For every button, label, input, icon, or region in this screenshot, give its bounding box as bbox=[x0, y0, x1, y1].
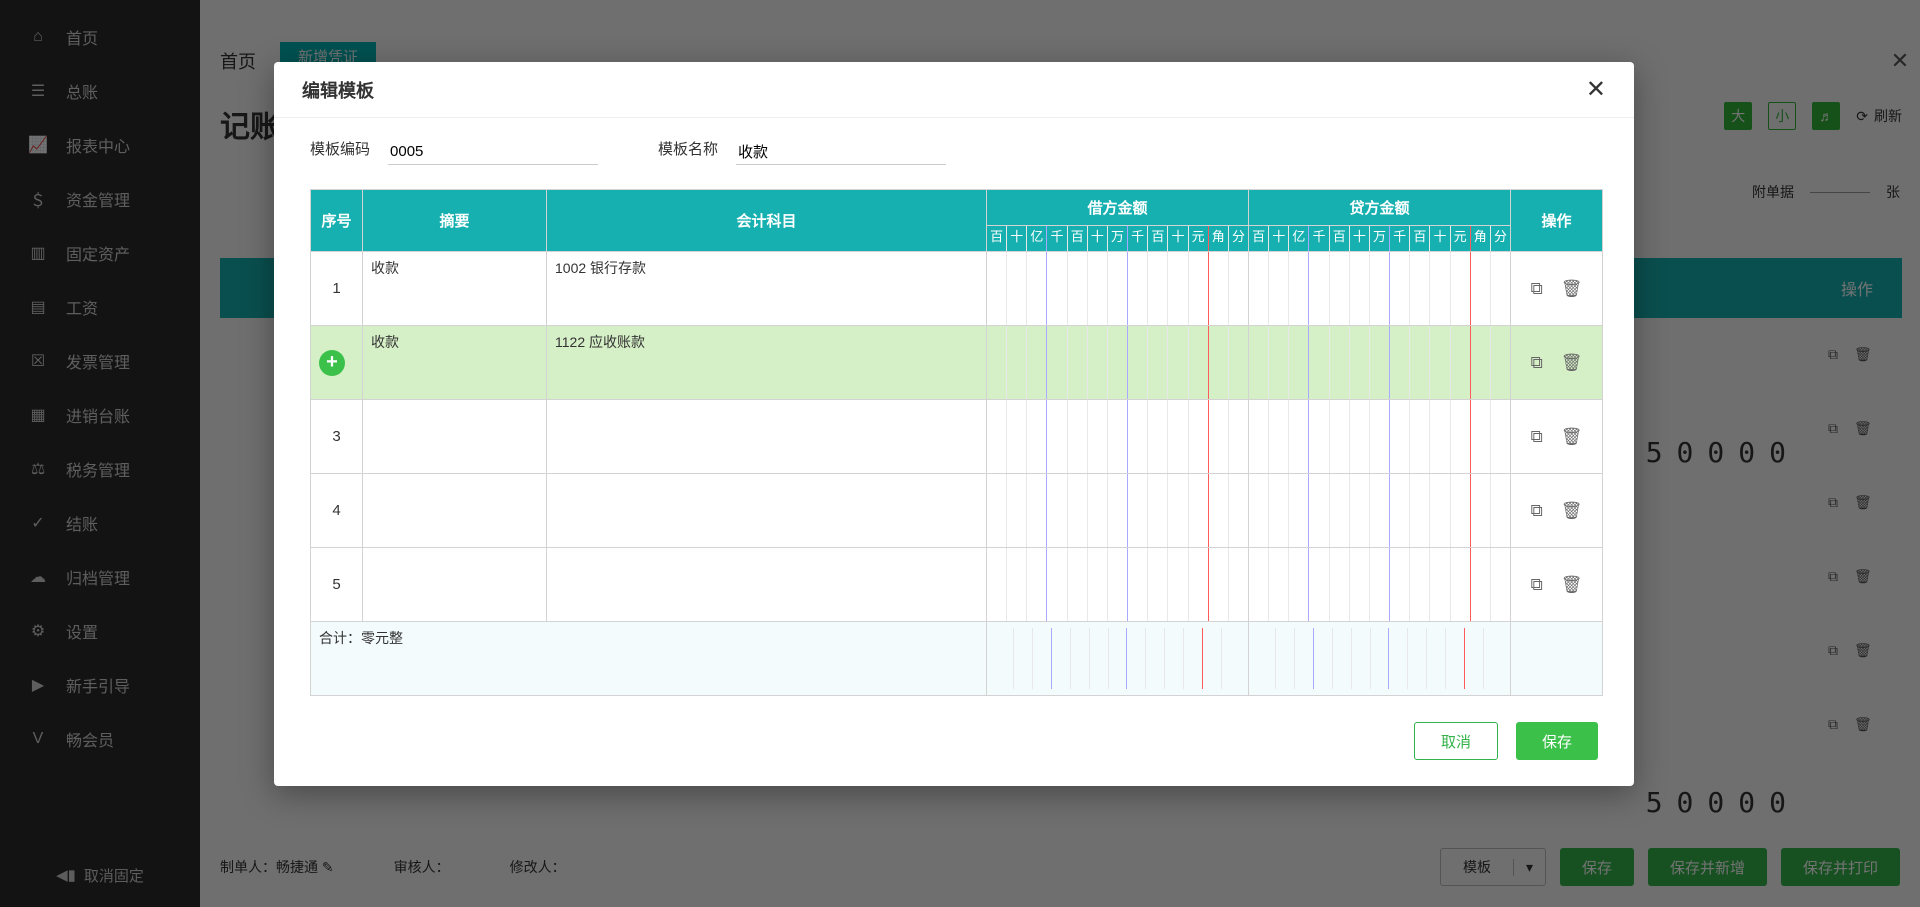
row-subject[interactable]: 1122 应收账款 bbox=[547, 326, 987, 400]
row-credit[interactable] bbox=[1249, 474, 1511, 548]
row-index: 3 bbox=[311, 400, 363, 474]
copy-icon[interactable]: ⧉ bbox=[1531, 279, 1543, 299]
delete-icon[interactable]: 🗑 bbox=[1561, 427, 1583, 447]
row-debit[interactable] bbox=[987, 548, 1249, 622]
modal-title: 编辑模板 bbox=[302, 77, 374, 103]
th-credit: 贷方金额 bbox=[1249, 190, 1511, 226]
th-debit: 借方金额 bbox=[987, 190, 1249, 226]
row-summary[interactable]: 收款 bbox=[363, 326, 547, 400]
row-index: 5 bbox=[311, 548, 363, 622]
row-debit[interactable] bbox=[987, 400, 1249, 474]
row-summary[interactable] bbox=[363, 548, 547, 622]
th-index: 序号 bbox=[311, 190, 363, 252]
row-subject[interactable] bbox=[547, 548, 987, 622]
cancel-button[interactable]: 取消 bbox=[1414, 722, 1498, 760]
row-index: 1 bbox=[311, 252, 363, 326]
row-debit[interactable] bbox=[987, 252, 1249, 326]
row-ops: ⧉🗑 bbox=[1511, 548, 1603, 622]
template-name-input[interactable] bbox=[736, 139, 946, 165]
template-code-input[interactable] bbox=[388, 139, 598, 165]
row-credit[interactable] bbox=[1249, 252, 1511, 326]
template-name-label: 模板名称 bbox=[658, 138, 718, 165]
row-credit[interactable] bbox=[1249, 400, 1511, 474]
edit-template-modal: 编辑模板 ✕ 模板编码 模板名称 序号 摘要 会计科目 bbox=[274, 62, 1634, 786]
total-op bbox=[1511, 622, 1603, 696]
row-index: 4 bbox=[311, 474, 363, 548]
row-credit[interactable] bbox=[1249, 326, 1511, 400]
total-debit bbox=[987, 622, 1249, 696]
save-button[interactable]: 保存 bbox=[1516, 722, 1598, 760]
row-ops: ⧉🗑 bbox=[1511, 474, 1603, 548]
row-ops: ⧉🗑 bbox=[1511, 326, 1603, 400]
row-summary[interactable] bbox=[363, 474, 547, 548]
template-code-label: 模板编码 bbox=[310, 138, 370, 165]
modal-footer: 取消 保存 bbox=[274, 704, 1634, 786]
copy-icon[interactable]: ⧉ bbox=[1531, 353, 1543, 373]
row-subject[interactable] bbox=[547, 400, 987, 474]
row-index: + bbox=[311, 326, 363, 400]
row-ops: ⧉🗑 bbox=[1511, 400, 1603, 474]
th-debit-digits: 百十亿千百十万千百十元角分 bbox=[987, 226, 1249, 252]
row-summary[interactable] bbox=[363, 400, 547, 474]
row-ops: ⧉🗑 bbox=[1511, 252, 1603, 326]
modal-header: 编辑模板 ✕ bbox=[274, 62, 1634, 118]
th-credit-digits: 百十亿千百十万千百十元角分 bbox=[1249, 226, 1511, 252]
template-table: 序号 摘要 会计科目 借方金额 贷方金额 操作 百十亿千百十万千百十元角分 百十… bbox=[310, 189, 1603, 696]
delete-icon[interactable]: 🗑 bbox=[1561, 575, 1583, 595]
close-icon[interactable]: ✕ bbox=[1586, 75, 1606, 104]
row-debit[interactable] bbox=[987, 474, 1249, 548]
row-summary[interactable]: 收款 bbox=[363, 252, 547, 326]
total-credit bbox=[1249, 622, 1511, 696]
delete-icon[interactable]: 🗑 bbox=[1561, 353, 1583, 373]
row-subject[interactable] bbox=[547, 474, 987, 548]
th-op: 操作 bbox=[1511, 190, 1603, 252]
th-subject: 会计科目 bbox=[547, 190, 987, 252]
row-subject[interactable]: 1002 银行存款 bbox=[547, 252, 987, 326]
row-debit[interactable] bbox=[987, 326, 1249, 400]
copy-icon[interactable]: ⧉ bbox=[1531, 575, 1543, 595]
delete-icon[interactable]: 🗑 bbox=[1561, 279, 1583, 299]
total-text: 合计：零元整 bbox=[311, 622, 987, 696]
add-row-button[interactable]: + bbox=[319, 350, 345, 376]
delete-icon[interactable]: 🗑 bbox=[1561, 501, 1583, 521]
copy-icon[interactable]: ⧉ bbox=[1531, 501, 1543, 521]
copy-icon[interactable]: ⧉ bbox=[1531, 427, 1543, 447]
th-summary: 摘要 bbox=[363, 190, 547, 252]
row-credit[interactable] bbox=[1249, 548, 1511, 622]
